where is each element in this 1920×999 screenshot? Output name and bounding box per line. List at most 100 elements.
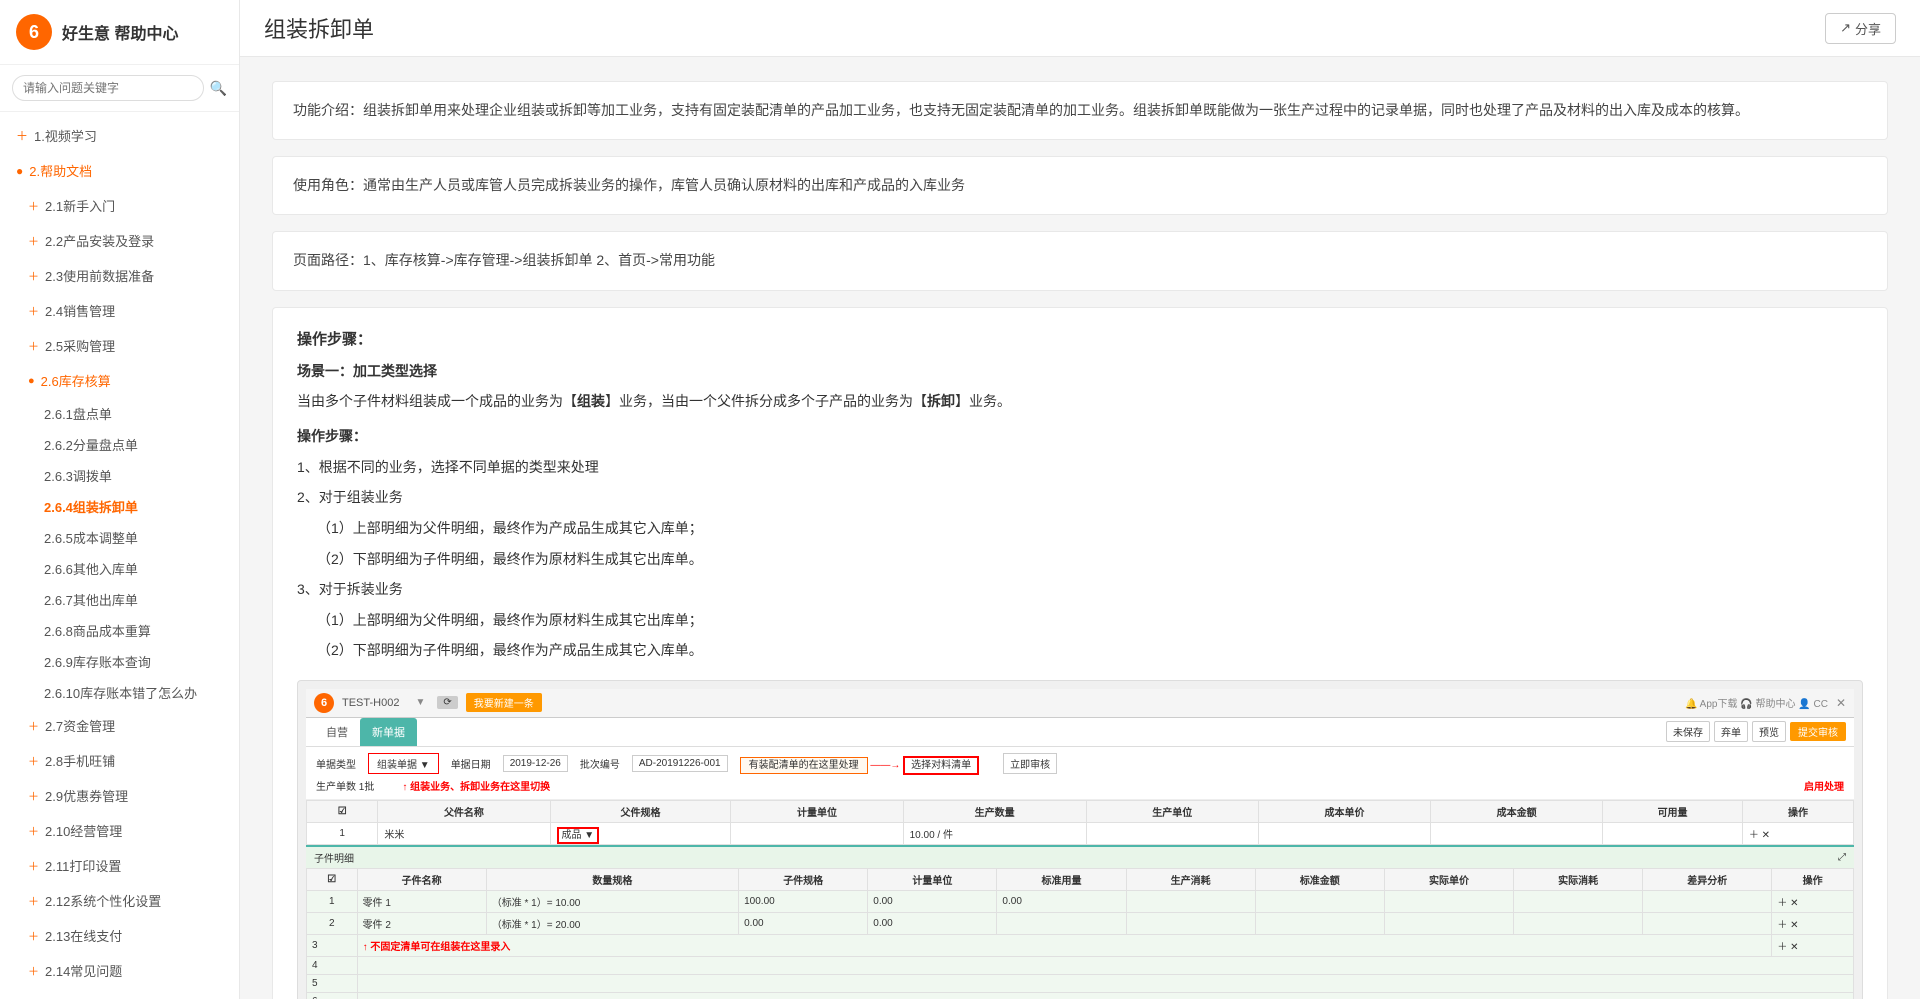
sidebar-item-print[interactable]: ＋2.11打印设置: [0, 848, 239, 883]
step-2: 2、对于组装业务: [297, 484, 1863, 511]
ltd-name1: 零件 1: [357, 890, 486, 912]
ltd-actconsume1: [1514, 890, 1643, 912]
sim-title: TEST-H002: [342, 697, 399, 709]
ltd-spec2: 0.00: [739, 912, 868, 934]
sidebar-item-data-prep[interactable]: ＋ 2.3使用前数据准备: [0, 258, 239, 293]
sim-lower-row4: 4: [307, 956, 1854, 974]
sidebar-item-newbie[interactable]: ＋2.1新手入门: [0, 188, 239, 223]
intro-label: 功能介绍：: [293, 102, 363, 118]
sim-bom-select[interactable]: 选择对料清单: [903, 756, 979, 775]
nav-label: 1.视频学习: [34, 126, 97, 145]
intro-box: 功能介绍：组装拆卸单用来处理企业组装或拆卸等加工业务，支持有固定装配清单的产品加…: [272, 81, 1888, 140]
td-camt1: [1431, 822, 1603, 844]
search-box[interactable]: 🔍: [0, 65, 239, 112]
ltd-diff1: [1643, 890, 1772, 912]
sidebar-item-inventory[interactable]: ●2.6库存核算: [0, 363, 239, 398]
sim-confirm-btn[interactable]: 提交审核: [1790, 722, 1846, 741]
plus-icon: ＋: [16, 127, 28, 144]
sidebar-item-cases[interactable]: ＋2.15操作案例: [0, 988, 239, 999]
nav-label: 2.3使用前数据准备: [45, 266, 154, 285]
sim-dropdown: ▼: [415, 697, 425, 708]
sim-bom-btn[interactable]: 有装配清单的在这里处理: [740, 757, 868, 774]
th-parent-spec: 父件规格: [550, 800, 731, 822]
sidebar-item-install[interactable]: ＋2.2产品安装及登录: [0, 223, 239, 258]
sim-confirm-field[interactable]: 立即审核: [1003, 753, 1057, 774]
sidebar-item-split-stock[interactable]: 2.6.2分量盘点单: [0, 429, 239, 460]
ops-label: 操作步骤：: [297, 426, 1863, 446]
path-text: 页面路径：1、库存核算->库存管理->组装拆卸单 2、首页->常用功能: [293, 248, 1867, 273]
sidebar-item-system[interactable]: ＋2.12系统个性化设置: [0, 883, 239, 918]
lth-spec: 子件规格: [739, 868, 868, 890]
ltd-empty4: [357, 956, 1853, 974]
step-3-2: （2）下部明细为子件明细，最终作为产成品生成其它入库单。: [317, 637, 1863, 664]
td-avail1: [1603, 822, 1743, 844]
sim-expand-btn[interactable]: ⤢: [1838, 852, 1846, 863]
sidebar-item-other-in[interactable]: 2.6.6其他入库单: [0, 553, 239, 584]
nav-label: 2.11打印设置: [45, 856, 121, 875]
sidebar-item-cost-recalc[interactable]: 2.6.8商品成本重算: [0, 615, 239, 646]
sidebar-item-mobile[interactable]: ＋2.8手机旺铺: [0, 743, 239, 778]
sim-form-row2: 生产单数 1批 ↑ 组装业务、拆卸业务在这里切换 启用处理: [316, 778, 1844, 793]
plus-icon: ＋: [28, 268, 39, 284]
main-header: 组装拆卸单 ↗ 分享: [240, 0, 1920, 57]
sim-refresh: ⟳: [437, 696, 457, 709]
sidebar-item-online-pay[interactable]: ＋2.13在线支付: [0, 918, 239, 953]
ltd-seq1: 1: [307, 890, 358, 912]
sidebar-item-purchase[interactable]: ＋2.5采购管理: [0, 328, 239, 363]
ltd-spec1: 100.00: [739, 890, 868, 912]
sidebar-item-stocktake[interactable]: 2.6.1盘点单: [0, 398, 239, 429]
sidebar-item-stock-error[interactable]: 2.6.10库存账本错了怎么办: [0, 677, 239, 708]
sidebar-item-stock-check[interactable]: 2.6.9库存账本查询: [0, 646, 239, 677]
sim-tabs: 自营 新单据 未保存 弃单 预览 提交审核: [306, 718, 1854, 747]
ltd-seq6: 6: [307, 992, 358, 999]
sidebar-item-operations[interactable]: ＋2.10经营管理: [0, 813, 239, 848]
sidebar-item-assembly[interactable]: 2.6.4组装拆卸单: [0, 491, 239, 522]
sidebar-item-cost-adjust[interactable]: 2.6.5成本调整单: [0, 522, 239, 553]
sidebar-item-other-out[interactable]: 2.6.7其他出库单: [0, 584, 239, 615]
scenario1-desc: 当由多个子件材料组装成一个成品的业务为【组装】业务，当由一个父件拆分成多个子产品…: [297, 389, 1863, 414]
sidebar-item-docs[interactable]: ●2.帮助文档: [0, 153, 239, 188]
sidebar-item-finance[interactable]: ＋2.7资金管理: [0, 708, 239, 743]
sim-delete-btn[interactable]: 弃单: [1714, 721, 1748, 742]
sim-new-btn: 我要新建一条: [466, 693, 542, 712]
td-parent-name1: 米米: [378, 822, 550, 844]
sidebar-item-sales[interactable]: ＋2.4销售管理: [0, 293, 239, 328]
sim-lower-row2: 2 零件 2 （标准 * 1）= 20.00 0.00 0.00: [307, 912, 1854, 934]
nav-section: ＋1.视频学习●2.帮助文档＋2.1新手入门＋2.2产品安装及登录＋2.3使用前…: [0, 112, 239, 999]
sim-anno3: ↑ 组装业务、拆卸业务在这里切换: [402, 778, 550, 793]
sim-lower-header-row: ☑ 子件名称 数量规格 子件规格 计量单位 标准用量 生产消耗 标准金额 实际单…: [307, 868, 1854, 890]
sim-tab-new[interactable]: 新单据: [360, 718, 417, 746]
sidebar-item-video[interactable]: ＋ 1.视频学习: [0, 118, 239, 153]
sim-type-select[interactable]: 组装单据 ▼: [368, 753, 439, 774]
th-avail: 可用量: [1603, 800, 1743, 822]
search-input[interactable]: [12, 75, 204, 101]
app-name: 好生意 帮助中心: [62, 20, 178, 44]
plus-icon: ＋: [28, 823, 39, 839]
sidebar-item-coupon[interactable]: ＋2.9优惠券管理: [0, 778, 239, 813]
sidebar-item-faq[interactable]: ＋2.14常见问题: [0, 953, 239, 988]
ltd-diff2: [1643, 912, 1772, 934]
share-button[interactable]: ↗ 分享: [1825, 13, 1896, 44]
sim-save-btn[interactable]: 未保存: [1666, 721, 1710, 742]
sim-tab-ziying[interactable]: 自营: [314, 718, 360, 746]
share-label: 分享: [1855, 19, 1881, 38]
sidebar-item-adjust[interactable]: 2.6.3调拨单: [0, 460, 239, 491]
ltd-name2: 零件 2: [357, 912, 486, 934]
step-2-2: （2）下部明细为子件明细，最终作为原材料生成其它出库单。: [317, 546, 1863, 573]
ltd-stdamt1: [1255, 890, 1384, 912]
td-cprice1: [1258, 822, 1430, 844]
plus-icon: ＋: [28, 928, 39, 944]
path-label: 页面路径：: [293, 252, 363, 268]
screenshot-container: 6 TEST-H002 ▼ ⟳ 我要新建一条 🔔 App下载 🎧 帮助中心 👤 …: [297, 680, 1863, 999]
sim-form: 单据类型 组装单据 ▼ 单据日期 2019-12-26 批次编号 AD-2019…: [306, 747, 1854, 800]
td-ops1: ＋ ✕: [1742, 822, 1853, 844]
sim-date-label: 单据日期: [451, 756, 491, 771]
th-parent-name: 父件名称: [378, 800, 550, 822]
minus-icon: ●: [28, 375, 35, 387]
sim-lower-label: 子件明细: [314, 850, 354, 865]
search-button[interactable]: 🔍: [210, 80, 227, 97]
plus-icon: ＋: [28, 303, 39, 319]
sim-preview-btn[interactable]: 预览: [1752, 721, 1786, 742]
plus-icon: ＋: [28, 233, 39, 249]
step-1: 1、根据不同的业务，选择不同单据的类型来处理: [297, 454, 1863, 481]
